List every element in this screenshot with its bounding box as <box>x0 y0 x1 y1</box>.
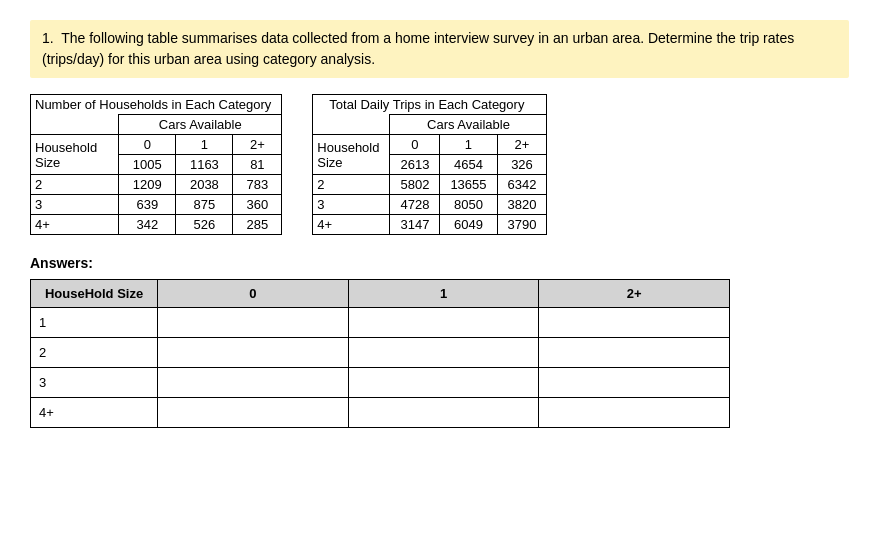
t2-r2-c0: 5802 <box>390 175 440 195</box>
t2-r4-c0: 3147 <box>390 215 440 235</box>
t1-r3-c0: 639 <box>119 195 176 215</box>
table2-spacer <box>313 115 390 135</box>
t1-r1-c0: 1005 <box>119 155 176 175</box>
t2-r1-c0: 2613 <box>390 155 440 175</box>
table-row: 3 4728 8050 3820 <box>313 195 547 215</box>
t1-r2-c1: 2038 <box>176 175 233 195</box>
table1-wrapper: Number of Households in Each Category Ca… <box>30 94 282 235</box>
answer-col-header-1: 1 <box>348 280 539 308</box>
t2-r4-c1: 6049 <box>440 215 497 235</box>
table2-col-header-2: 2+ <box>497 135 547 155</box>
table1-row-header1: Household Size <box>31 135 119 175</box>
households-table: Number of Households in Each Category Ca… <box>30 94 282 235</box>
t2-r4-label: 4+ <box>313 215 390 235</box>
table1-col-header-2: 2+ <box>233 135 282 155</box>
answer-row-4-label: 4+ <box>31 398 158 428</box>
answer-row-2-col0[interactable] <box>158 338 349 368</box>
table2-col-header-1: 1 <box>440 135 497 155</box>
t1-r2-label: 2 <box>31 175 119 195</box>
question-block: 1. The following table summarises data c… <box>30 20 849 78</box>
t1-r4-c0: 342 <box>119 215 176 235</box>
t1-r3-c2: 360 <box>233 195 282 215</box>
answer-row-3-label: 3 <box>31 368 158 398</box>
answer-row-2-col2[interactable] <box>539 338 730 368</box>
t1-r4-c2: 285 <box>233 215 282 235</box>
table2-sub-header: Cars Available <box>390 115 547 135</box>
table2-main-header: Total Daily Trips in Each Category <box>313 95 547 115</box>
table-row: 2 1209 2038 783 <box>31 175 282 195</box>
table-row: 4+ 3147 6049 3790 <box>313 215 547 235</box>
table-row: 2 5802 13655 6342 <box>313 175 547 195</box>
table-row: 4+ 342 526 285 <box>31 215 282 235</box>
table1-spacer <box>31 115 119 135</box>
t2-r3-c2: 3820 <box>497 195 547 215</box>
answer-col-header-label: HouseHold Size <box>31 280 158 308</box>
answer-row-4-col1[interactable] <box>348 398 539 428</box>
t1-r4-label: 4+ <box>31 215 119 235</box>
answer-row-1-label: 1 <box>31 308 158 338</box>
t2-r2-c2: 6342 <box>497 175 547 195</box>
answers-table: HouseHold Size 0 1 2+ 1 2 3 <box>30 279 730 428</box>
answer-row-4-col2[interactable] <box>539 398 730 428</box>
t2-r2-label: 2 <box>313 175 390 195</box>
t2-r3-c1: 8050 <box>440 195 497 215</box>
answer-row-1: 1 <box>31 308 730 338</box>
answers-section: Answers: HouseHold Size 0 1 2+ 1 2 <box>30 255 849 428</box>
question-number: 1. <box>42 30 54 46</box>
t1-r2-c0: 1209 <box>119 175 176 195</box>
answers-label: Answers: <box>30 255 849 271</box>
table2-row-header1: Household Size <box>313 135 390 175</box>
answer-row-1-col0[interactable] <box>158 308 349 338</box>
t2-r1-c1: 4654 <box>440 155 497 175</box>
answer-row-2-label: 2 <box>31 338 158 368</box>
t1-r3-label: 3 <box>31 195 119 215</box>
t1-r1-c1: 1163 <box>176 155 233 175</box>
answer-row-3-col2[interactable] <box>539 368 730 398</box>
t2-r3-c0: 4728 <box>390 195 440 215</box>
answer-row-1-col1[interactable] <box>348 308 539 338</box>
t1-r2-c2: 783 <box>233 175 282 195</box>
table-row: 3 639 875 360 <box>31 195 282 215</box>
table2-col-header-0: 0 <box>390 135 440 155</box>
answer-col-header-2: 2+ <box>539 280 730 308</box>
answer-row-4: 4+ <box>31 398 730 428</box>
answer-row-2-col1[interactable] <box>348 338 539 368</box>
table1-col-header-0: 0 <box>119 135 176 155</box>
table1-col-header-1: 1 <box>176 135 233 155</box>
t1-r1-c2: 81 <box>233 155 282 175</box>
answer-row-1-col2[interactable] <box>539 308 730 338</box>
table1-main-header: Number of Households in Each Category <box>31 95 282 115</box>
t1-r4-c1: 526 <box>176 215 233 235</box>
table1-sub-header: Cars Available <box>119 115 282 135</box>
t2-r1-c2: 326 <box>497 155 547 175</box>
answer-row-3: 3 <box>31 368 730 398</box>
tables-container: Number of Households in Each Category Ca… <box>30 94 849 235</box>
answers-header-row: HouseHold Size 0 1 2+ <box>31 280 730 308</box>
t1-r3-c1: 875 <box>176 195 233 215</box>
trips-table: Total Daily Trips in Each Category Cars … <box>312 94 547 235</box>
question-text: The following table summarises data coll… <box>42 30 794 67</box>
answer-row-2: 2 <box>31 338 730 368</box>
t2-r2-c1: 13655 <box>440 175 497 195</box>
answer-col-header-0: 0 <box>158 280 349 308</box>
table2-wrapper: Total Daily Trips in Each Category Cars … <box>312 94 547 235</box>
answer-row-3-col1[interactable] <box>348 368 539 398</box>
t2-r4-c2: 3790 <box>497 215 547 235</box>
answer-row-4-col0[interactable] <box>158 398 349 428</box>
t2-r3-label: 3 <box>313 195 390 215</box>
answer-row-3-col0[interactable] <box>158 368 349 398</box>
